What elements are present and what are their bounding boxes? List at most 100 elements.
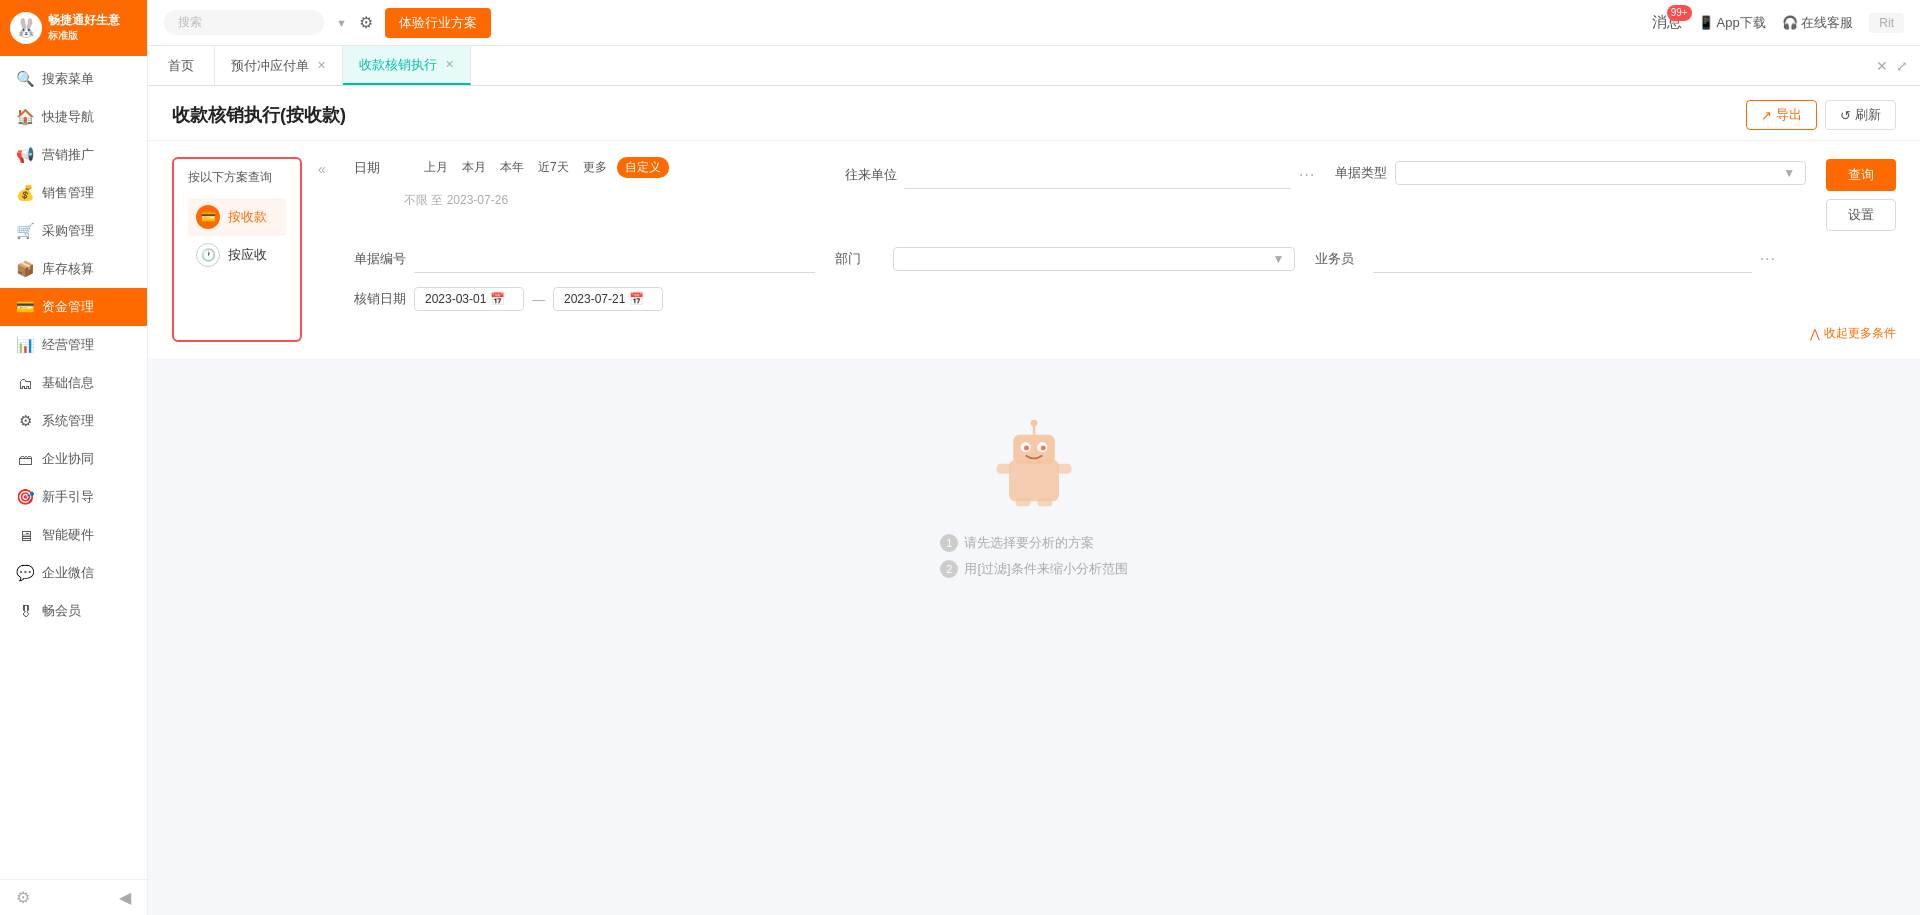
page-actions: ↗ 导出 ↺ 刷新 <box>1746 100 1896 130</box>
collapse-up-icon: ⋀ <box>1810 327 1820 341</box>
dept-select[interactable]: ▼ <box>893 247 1296 271</box>
page-header: 收款核销执行(按收款) ↗ 导出 ↺ 刷新 <box>148 86 1920 141</box>
tab-prepay-close[interactable]: ✕ <box>317 59 326 72</box>
filter-area: 按以下方案查询 💳 按收款 🕐 按应收 « <box>148 141 1920 358</box>
svg-rect-8 <box>997 464 1012 474</box>
doc-type-chevron: ▼ <box>1783 166 1795 180</box>
page-content: 收款核销执行(按收款) ↗ 导出 ↺ 刷新 按以下方案查询 💳 按收款 <box>148 86 1920 915</box>
tab-collect-close[interactable]: ✕ <box>445 58 454 71</box>
empty-robot-illustration <box>984 418 1084 518</box>
sales-icon: 💰 <box>16 184 34 202</box>
industry-btn[interactable]: 体验行业方案 <box>385 8 491 38</box>
doc-no-input[interactable] <box>414 245 815 273</box>
sidebar-item-quick-nav[interactable]: 🏠 快捷导航 <box>0 98 147 136</box>
corp-icon: 🗃 <box>16 451 34 468</box>
collapse-toggle[interactable]: « <box>318 157 338 342</box>
logo-text: 畅捷通好生意 标准版 <box>48 13 120 43</box>
refresh-btn[interactable]: ↺ 刷新 <box>1825 100 1896 130</box>
message-btn[interactable]: 消息 99+ <box>1652 13 1682 32</box>
sidebar-item-marketing[interactable]: 📢 营销推广 <box>0 136 147 174</box>
home-icon: 🏠 <box>16 108 34 126</box>
date-this-month[interactable]: 本月 <box>458 157 490 178</box>
sidebar-settings-icon[interactable]: ⚙ <box>16 888 30 907</box>
date-7days[interactable]: 近7天 <box>534 157 573 178</box>
filter-right-panel: 日期 上月 本月 本年 近7天 更多 自定义 不限 <box>354 157 1896 342</box>
collapse-more-btn[interactable]: ⋀ 收起更多条件 <box>1810 325 1896 342</box>
svg-point-7 <box>1031 420 1038 427</box>
staff-ellipsis[interactable]: ··· <box>1760 250 1776 268</box>
topbar: 搜索 ▼ ⚙ 体验行业方案 消息 99+ 📱 App下载 🎧 在线客服 Rit <box>148 0 1920 46</box>
date-no-limit: 不限 <box>404 193 428 207</box>
hint2-text: 用[过滤]条件来缩小分析范围 <box>964 560 1127 578</box>
topbar-chevron-icon[interactable]: ▼ <box>336 17 347 29</box>
marketing-icon: 📢 <box>16 146 34 164</box>
sidebar-item-member[interactable]: 🎖 畅会员 <box>0 592 147 630</box>
system-icon: ⚙ <box>16 412 34 430</box>
sidebar-item-inventory[interactable]: 📦 库存核算 <box>0 250 147 288</box>
tabbar: 首页 预付冲应付单 ✕ 收款核销执行 ✕ ✕ ⤢ <box>148 46 1920 86</box>
main-area: 搜索 ▼ ⚙ 体验行业方案 消息 99+ 📱 App下载 🎧 在线客服 Rit <box>148 0 1920 915</box>
app-download-btn[interactable]: 📱 App下载 <box>1698 14 1766 32</box>
funds-icon: 💳 <box>16 298 34 316</box>
dept-label: 部门 <box>835 250 885 268</box>
wechat-icon: 💬 <box>16 564 34 582</box>
tab-prepay[interactable]: 预付冲应付单 ✕ <box>215 46 343 85</box>
filter-option-by-receipt[interactable]: 💳 按收款 <box>188 198 286 236</box>
sidebar-item-search[interactable]: 🔍 搜索菜单 <box>0 60 147 98</box>
user-menu[interactable]: Rit <box>1869 13 1904 33</box>
sidebar: 🐰 畅捷通好生意 标准版 🔍 搜索菜单 🏠 快捷导航 📢 营销推广 💰 销售管理… <box>0 0 148 915</box>
tab-right-controls: ✕ ⤢ <box>1864 46 1920 85</box>
member-icon: 🎖 <box>16 603 34 620</box>
staff-label: 业务员 <box>1315 250 1365 268</box>
export-btn[interactable]: ↗ 导出 <box>1746 100 1817 130</box>
app-icon: 📱 <box>1698 15 1714 30</box>
settings-btn[interactable]: 设置 <box>1826 199 1896 231</box>
purchase-icon: 🛒 <box>16 222 34 240</box>
query-btn[interactable]: 查询 <box>1826 159 1896 191</box>
basic-info-icon: 🗂 <box>16 375 34 392</box>
date-shortcuts: 上月 本月 本年 近7天 更多 自定义 <box>420 157 669 178</box>
receipt-icon: 💳 <box>196 205 220 229</box>
tab-collect[interactable]: 收款核销执行 ✕ <box>343 46 471 85</box>
query-buttons: 查询 设置 <box>1826 157 1896 231</box>
svg-rect-10 <box>1016 498 1031 506</box>
date-more[interactable]: 更多 <box>579 157 611 178</box>
partner-ellipsis[interactable]: ··· <box>1299 166 1315 184</box>
filter-panel-title: 按以下方案查询 <box>188 169 286 186</box>
online-service-btn[interactable]: 🎧 在线客服 <box>1782 14 1854 32</box>
svg-rect-0 <box>1009 460 1059 502</box>
sidebar-item-system[interactable]: ⚙ 系统管理 <box>0 402 147 440</box>
sidebar-item-corp[interactable]: 🗃 企业协同 <box>0 440 147 478</box>
sidebar-item-wechat[interactable]: 💬 企业微信 <box>0 554 147 592</box>
svg-point-4 <box>1024 446 1029 451</box>
doc-no-label: 单据编号 <box>354 250 406 268</box>
date-to-label: 至 2023-07-26 <box>431 193 508 207</box>
topbar-gear-icon[interactable]: ⚙ <box>359 13 373 32</box>
sidebar-item-funds[interactable]: 💳 资金管理 <box>0 288 147 326</box>
sidebar-nav: 🔍 搜索菜单 🏠 快捷导航 📢 营销推广 💰 销售管理 🛒 采购管理 📦 库存核… <box>0 56 147 879</box>
hardware-icon: 🖥 <box>16 527 34 544</box>
sidebar-item-operations[interactable]: 📊 经营管理 <box>0 326 147 364</box>
dept-chevron: ▼ <box>1272 252 1284 266</box>
tab-close-all-icon[interactable]: ✕ <box>1876 58 1888 74</box>
svg-rect-11 <box>1037 498 1052 506</box>
doc-type-select[interactable]: ▼ <box>1395 161 1806 185</box>
sidebar-item-guide[interactable]: 🎯 新手引导 <box>0 478 147 516</box>
tab-home[interactable]: 首页 <box>148 46 215 85</box>
date-last-month[interactable]: 上月 <box>420 157 452 178</box>
message-badge: 99+ <box>1667 5 1692 21</box>
sidebar-collapse-icon[interactable]: ◀ <box>119 888 131 907</box>
tab-fullscreen-icon[interactable]: ⤢ <box>1896 58 1908 74</box>
sidebar-item-hardware[interactable]: 🖥 智能硬件 <box>0 516 147 554</box>
svg-rect-1 <box>1013 435 1055 464</box>
verify-date-end[interactable]: 2023-07-21 📅 <box>553 287 663 311</box>
filter-option-by-receivable[interactable]: 🕐 按应收 <box>188 236 286 274</box>
verify-date-start[interactable]: 2023-03-01 📅 <box>414 287 524 311</box>
date-this-year[interactable]: 本年 <box>496 157 528 178</box>
date-custom[interactable]: 自定义 <box>617 157 669 178</box>
empty-state: 1 请先选择要分析的方案 2 用[过滤]条件来缩小分析范围 <box>148 358 1920 626</box>
sidebar-item-basic-info[interactable]: 🗂 基础信息 <box>0 364 147 402</box>
sidebar-item-purchase[interactable]: 🛒 采购管理 <box>0 212 147 250</box>
sidebar-item-sales[interactable]: 💰 销售管理 <box>0 174 147 212</box>
verify-date-label: 核销日期 <box>354 290 406 308</box>
